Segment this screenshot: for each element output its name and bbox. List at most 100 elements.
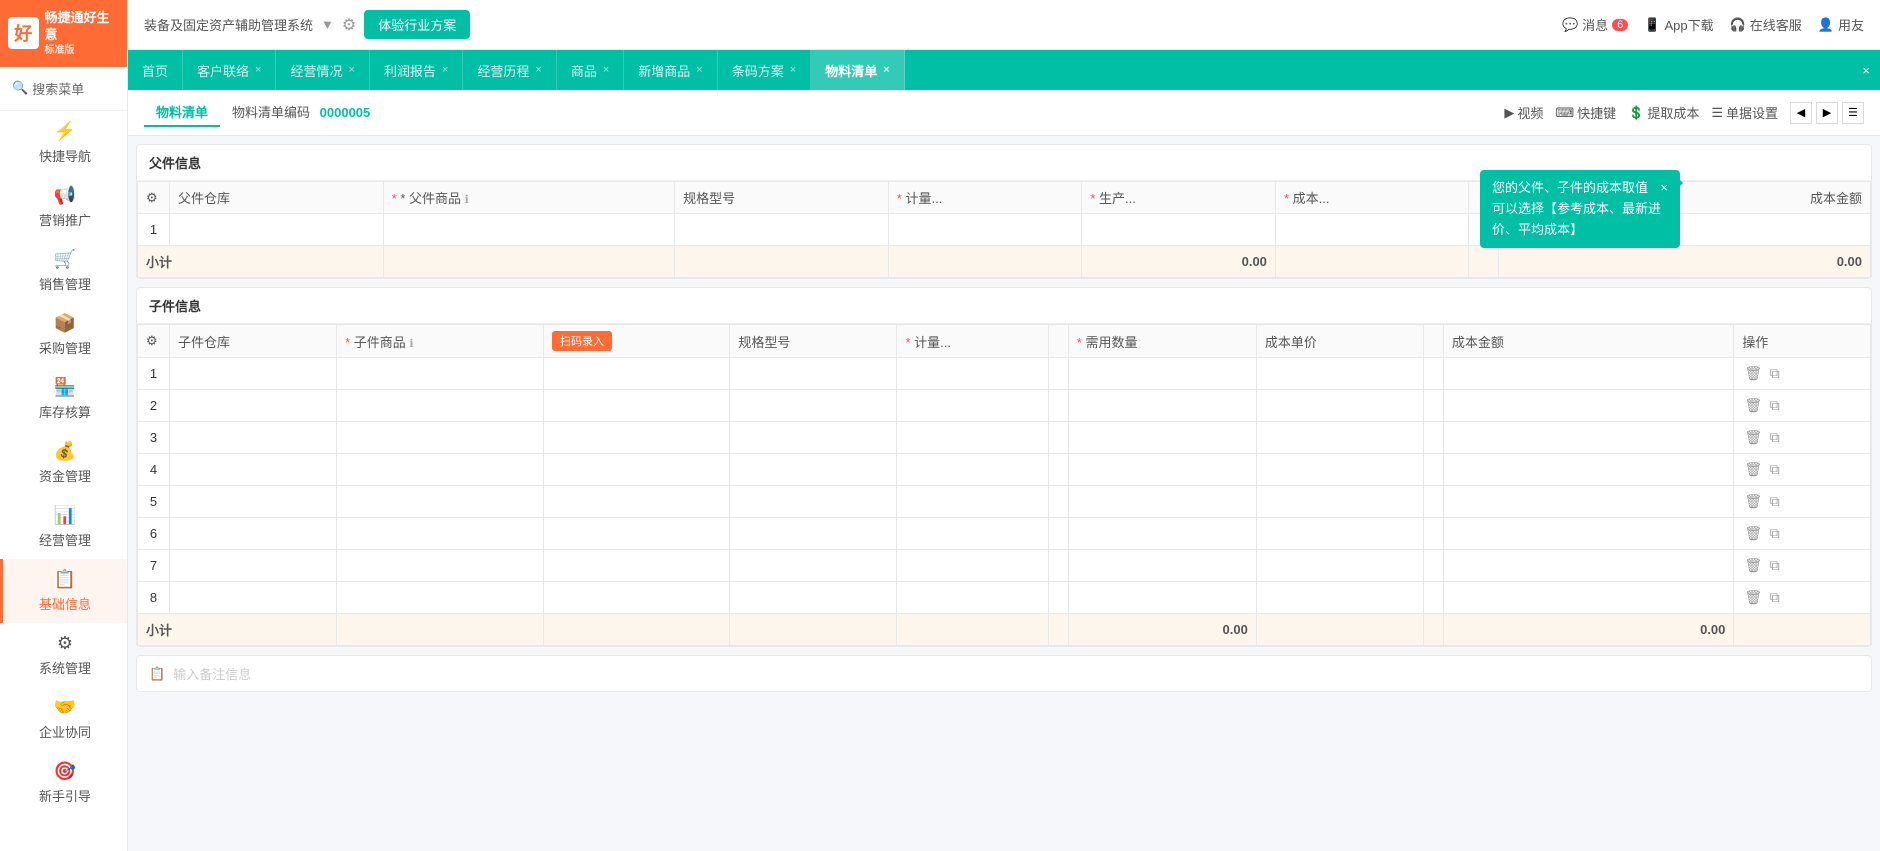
sidebar-item-guide[interactable]: 🎯 新手引导: [0, 751, 127, 815]
sidebar-item-enterprise[interactable]: 🤝 企业协同: [0, 687, 127, 751]
delete-row-button-4[interactable]: 🗑: [1742, 459, 1764, 480]
child-quantity-cell-8[interactable]: [1068, 582, 1256, 614]
child-spec-cell-3[interactable]: [730, 422, 897, 454]
sidebar-item-sales[interactable]: 🛒 销售管理: [0, 239, 127, 303]
child-product-cell-3[interactable]: [337, 422, 544, 454]
child-spec-cell-6[interactable]: [730, 518, 897, 550]
child-unit-cell-3[interactable]: [897, 422, 1048, 454]
tab-barcode[interactable]: 条码方案 ×: [718, 50, 811, 90]
child-quantity-cell-2[interactable]: [1068, 390, 1256, 422]
child-product-cell-7[interactable]: [337, 550, 544, 582]
sidebar-item-basic-info[interactable]: 📋 基础信息: [0, 559, 127, 623]
view-action[interactable]: ▶ 视频: [1504, 103, 1543, 122]
child-warehouse-cell-6[interactable]: [170, 518, 337, 550]
child-unit-cell-2[interactable]: [897, 390, 1048, 422]
delete-row-button-8[interactable]: 🗑: [1742, 587, 1764, 608]
delete-row-button-6[interactable]: 🗑: [1742, 523, 1764, 544]
child-unit-cost-cell-6[interactable]: [1256, 518, 1423, 550]
tab-profit[interactable]: 利润报告 ×: [370, 50, 463, 90]
copy-row-button-6[interactable]: ⧉: [1768, 523, 1782, 544]
parent-unit-cell[interactable]: [888, 214, 1082, 246]
tab-new-product[interactable]: 新增商品 ×: [624, 50, 717, 90]
child-spec-cell-4[interactable]: [730, 454, 897, 486]
tab-bom[interactable]: 物料清单 ×: [811, 50, 904, 90]
child-product-cell-5[interactable]: [337, 486, 544, 518]
child-spec-cell-7[interactable]: [730, 550, 897, 582]
prev-page-button[interactable]: ◀: [1790, 102, 1812, 124]
doc-settings-action[interactable]: ☰ 单据设置: [1711, 103, 1778, 122]
child-warehouse-cell-8[interactable]: [170, 582, 337, 614]
child-scan-cell-4[interactable]: [544, 454, 730, 486]
sidebar-item-operations[interactable]: 📊 经营管理: [0, 495, 127, 559]
child-quantity-cell-5[interactable]: [1068, 486, 1256, 518]
copy-row-button-5[interactable]: ⧉: [1768, 491, 1782, 512]
next-page-button[interactable]: ▶: [1816, 102, 1838, 124]
delete-row-button-7[interactable]: 🗑: [1742, 555, 1764, 576]
tab-bom-close[interactable]: ×: [883, 64, 889, 76]
child-product-cell-8[interactable]: [337, 582, 544, 614]
child-unit-cell-7[interactable]: [897, 550, 1048, 582]
child-scan-cell-7[interactable]: [544, 550, 730, 582]
search-menu-btn[interactable]: 🔍 搜索菜单: [8, 75, 119, 102]
child-unit-cell-6[interactable]: [897, 518, 1048, 550]
child-quantity-cell-4[interactable]: [1068, 454, 1256, 486]
tab-home[interactable]: 首页: [128, 50, 183, 90]
child-unit-cost-cell-5[interactable]: [1256, 486, 1423, 518]
message-button[interactable]: 💬 消息 6: [1562, 15, 1628, 34]
tab-profit-close[interactable]: ×: [442, 64, 448, 76]
child-scan-cell-2[interactable]: [544, 390, 730, 422]
child-product-cell-1[interactable]: [337, 358, 544, 390]
child-product-cell-4[interactable]: [337, 454, 544, 486]
copy-row-button-8[interactable]: ⧉: [1768, 587, 1782, 608]
settings-icon[interactable]: ⚙: [342, 15, 356, 35]
child-warehouse-cell-5[interactable]: [170, 486, 337, 518]
child-warehouse-cell-3[interactable]: [170, 422, 337, 454]
child-product-cell-6[interactable]: [337, 518, 544, 550]
copy-row-button-3[interactable]: ⧉: [1768, 427, 1782, 448]
parent-spec-cell[interactable]: [675, 214, 889, 246]
child-spec-cell-5[interactable]: [730, 486, 897, 518]
try-solution-button[interactable]: 体验行业方案: [364, 10, 470, 39]
sidebar-item-quick-nav[interactable]: ⚡ 快捷导航: [0, 111, 127, 175]
tab-customer[interactable]: 客户联络 ×: [183, 50, 276, 90]
app-download-button[interactable]: 📱 App下载: [1644, 15, 1713, 34]
tab-products-close[interactable]: ×: [603, 64, 609, 76]
delete-row-button-2[interactable]: 🗑: [1742, 395, 1764, 416]
parent-warehouse-cell[interactable]: [170, 214, 384, 246]
child-spec-cell-1[interactable]: [730, 358, 897, 390]
user-menu-button[interactable]: 👤 用友: [1818, 15, 1864, 34]
tab-customer-close[interactable]: ×: [255, 64, 261, 76]
sidebar-item-finance[interactable]: 💰 资金管理: [0, 431, 127, 495]
child-quantity-cell-3[interactable]: [1068, 422, 1256, 454]
child-spec-cell-8[interactable]: [730, 582, 897, 614]
child-unit-cost-cell-3[interactable]: [1256, 422, 1423, 454]
child-unit-cost-cell-1[interactable]: [1256, 358, 1423, 390]
sidebar-search-area[interactable]: 🔍 搜索菜单: [0, 67, 127, 111]
cost-action[interactable]: 💲 提取成本: [1628, 103, 1699, 122]
tab-new-product-close[interactable]: ×: [696, 64, 702, 76]
note-placeholder[interactable]: 输入备注信息: [173, 664, 251, 683]
parent-product-cell[interactable]: [383, 214, 675, 246]
child-unit-cost-cell-8[interactable]: [1256, 582, 1423, 614]
child-product-cell-2[interactable]: [337, 390, 544, 422]
list-view-button[interactable]: ☰: [1842, 102, 1864, 124]
child-scan-cell-6[interactable]: [544, 518, 730, 550]
copy-row-button-7[interactable]: ⧉: [1768, 555, 1782, 576]
child-unit-cell-1[interactable]: [897, 358, 1048, 390]
child-unit-cost-cell-2[interactable]: [1256, 390, 1423, 422]
child-scan-cell-8[interactable]: [544, 582, 730, 614]
delete-row-button-5[interactable]: 🗑: [1742, 491, 1764, 512]
delete-row-button-1[interactable]: 🗑: [1742, 363, 1764, 384]
child-quantity-cell-7[interactable]: [1068, 550, 1256, 582]
child-warehouse-cell-4[interactable]: [170, 454, 337, 486]
child-warehouse-cell-1[interactable]: [170, 358, 337, 390]
child-unit-cell-8[interactable]: [897, 582, 1048, 614]
sidebar-item-marketing[interactable]: 📢 营销推广: [0, 175, 127, 239]
nav-tabs-close-all[interactable]: ×: [1852, 63, 1880, 78]
child-unit-cost-cell-4[interactable]: [1256, 454, 1423, 486]
child-spec-cell-2[interactable]: [730, 390, 897, 422]
tab-history-close[interactable]: ×: [535, 64, 541, 76]
tab-history[interactable]: 经营历程 ×: [463, 50, 556, 90]
child-quantity-cell-1[interactable]: [1068, 358, 1256, 390]
scan-input-button[interactable]: 扫码录入: [552, 331, 612, 351]
